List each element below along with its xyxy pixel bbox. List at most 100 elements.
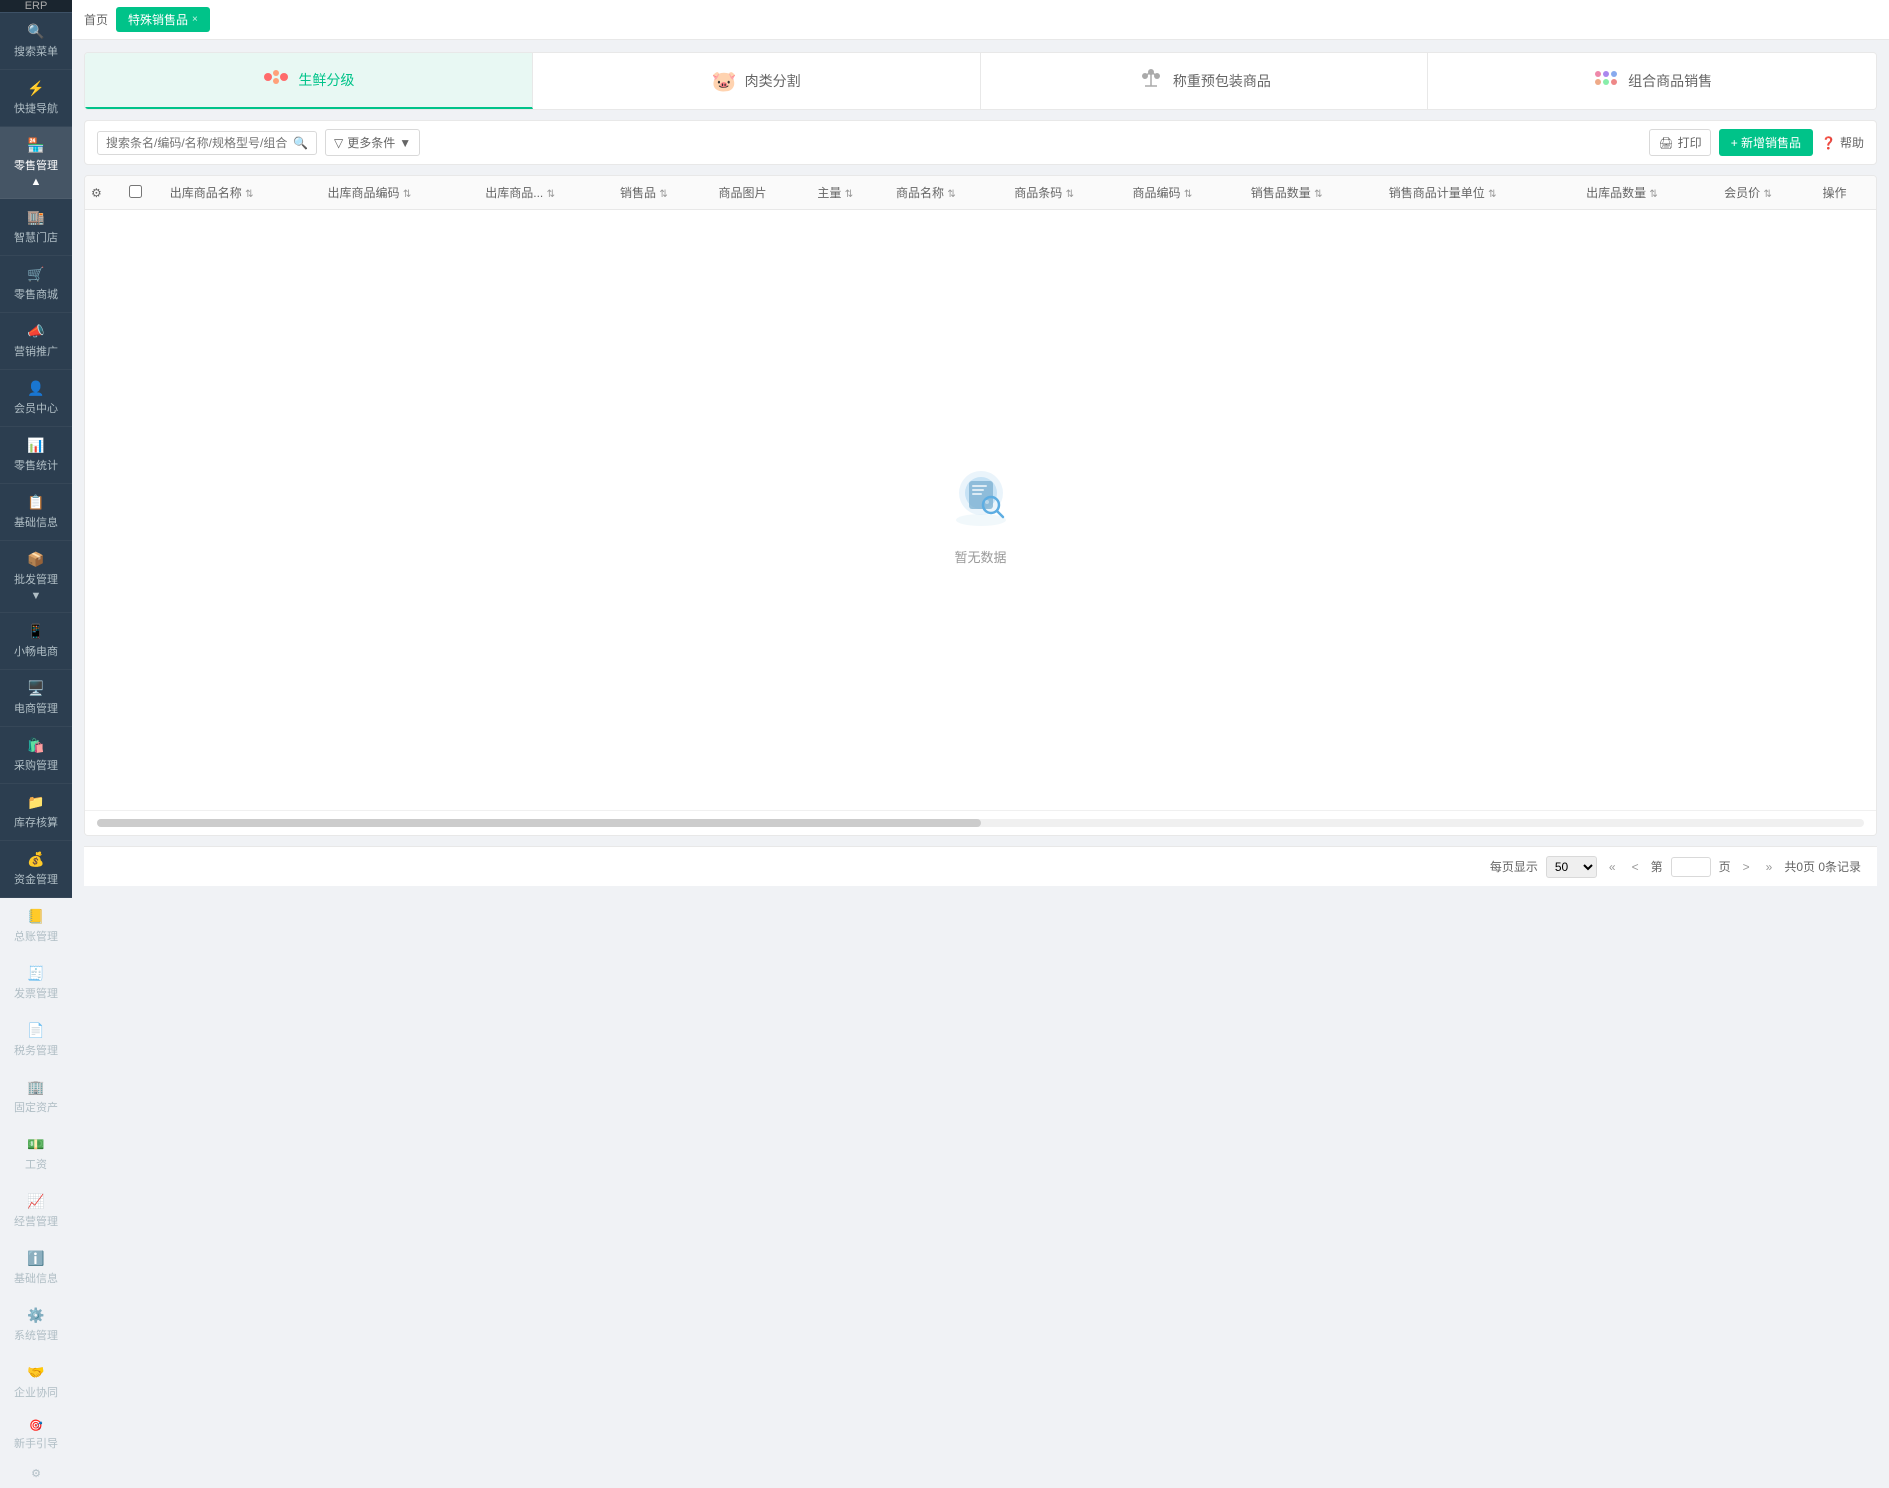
page-label: 页 <box>1719 858 1731 875</box>
print-label: 打印 <box>1678 134 1702 151</box>
sidebar-item-basicinfo2[interactable]: ℹ️ 基础信息 <box>0 1240 72 1297</box>
current-tab[interactable]: 特殊销售品 × <box>116 7 210 32</box>
sidebar-item-label: 零售管理 <box>14 157 58 173</box>
tab-combo[interactable]: 组合商品销售 <box>1428 53 1876 109</box>
pagination-next[interactable]: > <box>1739 858 1754 876</box>
data-table-container: ⚙ 出库商品名称 ⇅ 出库商品编码 ⇅ <box>84 175 1877 836</box>
tab-meat[interactable]: 🐷 肉类分割 <box>533 53 981 109</box>
sidebar-item-label: 发票管理 <box>14 985 58 1001</box>
search-box[interactable]: 🔍 <box>97 131 317 155</box>
sidebar-item-general[interactable]: 📒 总账管理 <box>0 898 72 955</box>
add-product-button[interactable]: + 新增销售品 <box>1719 129 1813 156</box>
page-input[interactable]: 1 <box>1671 857 1711 877</box>
sidebar-item-salary[interactable]: 💵 工资 <box>0 1126 72 1183</box>
package-icon: 📦 <box>27 551 44 568</box>
guide-icon: 🎯 <box>29 1419 43 1432</box>
filter-label: 更多条件 <box>347 134 395 151</box>
sort-icon: ⇅ <box>547 189 555 200</box>
sidebar-item-marketing[interactable]: 📣 营销推广 <box>0 313 72 370</box>
topbar-home[interactable]: 首页 <box>84 11 108 28</box>
sidebar-item-label: 税务管理 <box>14 1042 58 1058</box>
sidebar-item-tax[interactable]: 📄 税务管理 <box>0 1012 72 1069</box>
sidebar-item-label: 新手引导 <box>14 1435 58 1451</box>
scrollbar-area[interactable] <box>85 810 1876 835</box>
data-table: ⚙ 出库商品名称 ⇅ 出库商品编码 ⇅ <box>85 176 1876 210</box>
col-name[interactable]: 商品名称 ⇅ <box>890 176 1008 210</box>
sidebar-item-invoice[interactable]: 🧾 发票管理 <box>0 955 72 1012</box>
col-sku[interactable]: 商品编码 ⇅ <box>1126 176 1244 210</box>
tab-fresh[interactable]: 生鲜分级 <box>85 53 533 109</box>
sidebar-item-stats[interactable]: 📊 零售统计 <box>0 427 72 484</box>
sidebar-item-search[interactable]: 🔍 搜索菜单 <box>0 13 72 70</box>
sidebar-logo: ERP <box>0 0 72 13</box>
col-outname[interactable]: 出库商品名称 ⇅ <box>164 176 322 210</box>
col-memberprice[interactable]: 会员价 ⇅ <box>1718 176 1816 210</box>
sort-icon: ⇅ <box>1649 189 1657 200</box>
col-checkbox[interactable] <box>123 176 164 210</box>
col-weight[interactable]: 主量 ⇅ <box>811 176 890 210</box>
sidebar-item-bizcooperation[interactable]: 🤝 企业协同 <box>0 1354 72 1411</box>
page-content: 生鲜分级 🐷 肉类分割 称重预包 <box>72 40 1889 898</box>
sidebar-item-wholesale[interactable]: 📦 批发管理 ▼ <box>0 541 72 613</box>
col-sku-label: 商品编码 <box>1132 186 1180 200</box>
select-all-checkbox[interactable] <box>129 185 142 198</box>
sidebar-item-inventory[interactable]: 📁 库存核算 <box>0 784 72 841</box>
sidebar-item-miniapp[interactable]: 📱 小畅电商 <box>0 613 72 670</box>
col-saleqty[interactable]: 销售品数量 ⇅ <box>1245 176 1383 210</box>
help-label: 帮助 <box>1840 134 1864 151</box>
info-icon: 📋 <box>27 494 44 511</box>
sidebar-item-label: 营销推广 <box>14 343 58 359</box>
tab-fresh-label: 生鲜分级 <box>298 70 354 90</box>
col-image-label: 商品图片 <box>718 186 766 200</box>
sidebar-item-member[interactable]: 👤 会员中心 <box>0 370 72 427</box>
col-salesitem[interactable]: 销售品 ⇅ <box>614 176 712 210</box>
sidebar-item-smartstore[interactable]: 🏬 智慧门店 <box>0 199 72 256</box>
sidebar-item-retailmall[interactable]: 🛒 零售商城 <box>0 256 72 313</box>
col-outsku[interactable]: 出库商品... ⇅ <box>479 176 614 210</box>
sidebar-item-sysadmin[interactable]: ⚙️ 系统管理 <box>0 1297 72 1354</box>
col-outname-label: 出库商品名称 <box>170 186 242 200</box>
help-button[interactable]: ❓ 帮助 <box>1821 134 1864 151</box>
sidebar-item-finance[interactable]: 💰 资金管理 <box>0 841 72 898</box>
search-input[interactable] <box>106 136 289 150</box>
col-barcode[interactable]: 商品条码 ⇅ <box>1008 176 1126 210</box>
pagination-next-last[interactable]: » <box>1762 858 1777 876</box>
col-saleunit[interactable]: 销售商品计量单位 ⇅ <box>1383 176 1580 210</box>
filter-button[interactable]: ▽ 更多条件 ▼ <box>325 129 420 156</box>
settings-icon: ⚙ <box>31 1467 41 1480</box>
sidebar-item-label: 基础信息 <box>14 1270 58 1286</box>
sidebar-item-newguide[interactable]: 🎯 新手引导 <box>0 1411 72 1459</box>
print-button[interactable]: 🖨 打印 <box>1649 129 1710 156</box>
sidebar-item-retail[interactable]: 🏪 零售管理 ▲ <box>0 127 72 199</box>
store-icon: 🏬 <box>27 209 44 226</box>
tab-scale[interactable]: 称重预包装商品 <box>981 53 1429 109</box>
sidebar-item-basicinfo[interactable]: 📋 基础信息 <box>0 484 72 541</box>
sort-icon: ⇅ <box>1488 189 1496 200</box>
sidebar-item-fixedasset[interactable]: 🏢 固定资产 <box>0 1069 72 1126</box>
sidebar-item-ecommerce[interactable]: 🖥️ 电商管理 <box>0 670 72 727</box>
scrollbar-thumb[interactable] <box>97 819 981 827</box>
sidebar-item-ops[interactable]: 📈 经营管理 <box>0 1183 72 1240</box>
sidebar-item-label: 会员中心 <box>14 400 58 416</box>
settings-icon: ⚙ <box>91 186 102 200</box>
sidebar-item-label: 电商管理 <box>14 700 58 716</box>
pagination-prev[interactable]: < <box>1628 858 1643 876</box>
pagination-prev-first[interactable]: « <box>1605 858 1620 876</box>
pagination: 每页显示 50 100 200 « < 第 1 页 > » 共0页 0条记录 <box>84 846 1877 886</box>
col-settings[interactable]: ⚙ <box>85 176 123 210</box>
col-outqty[interactable]: 出库品数量 ⇅ <box>1580 176 1718 210</box>
sidebar-item-label: 零售统计 <box>14 457 58 473</box>
ops-icon: 📈 <box>27 1193 44 1210</box>
chevron-down-icon: ▼ <box>399 136 411 150</box>
monitor-icon: 🖥️ <box>27 680 44 697</box>
sidebar-item-label: 经营管理 <box>14 1213 58 1229</box>
col-outcode[interactable]: 出库商品编码 ⇅ <box>321 176 479 210</box>
sidebar-item-purchase[interactable]: 🛍️ 采购管理 <box>0 727 72 784</box>
search-icon: 🔍 <box>293 136 308 150</box>
sidebar-item-quicknav[interactable]: ⚡ 快捷导航 <box>0 70 72 127</box>
sidebar-item-settings[interactable]: ⚙ <box>0 1459 72 1488</box>
close-icon[interactable]: × <box>192 14 198 25</box>
horizontal-scrollbar[interactable] <box>97 819 1864 827</box>
tab-meat-label: 肉类分割 <box>745 71 801 91</box>
page-size-select[interactable]: 50 100 200 <box>1546 856 1597 878</box>
